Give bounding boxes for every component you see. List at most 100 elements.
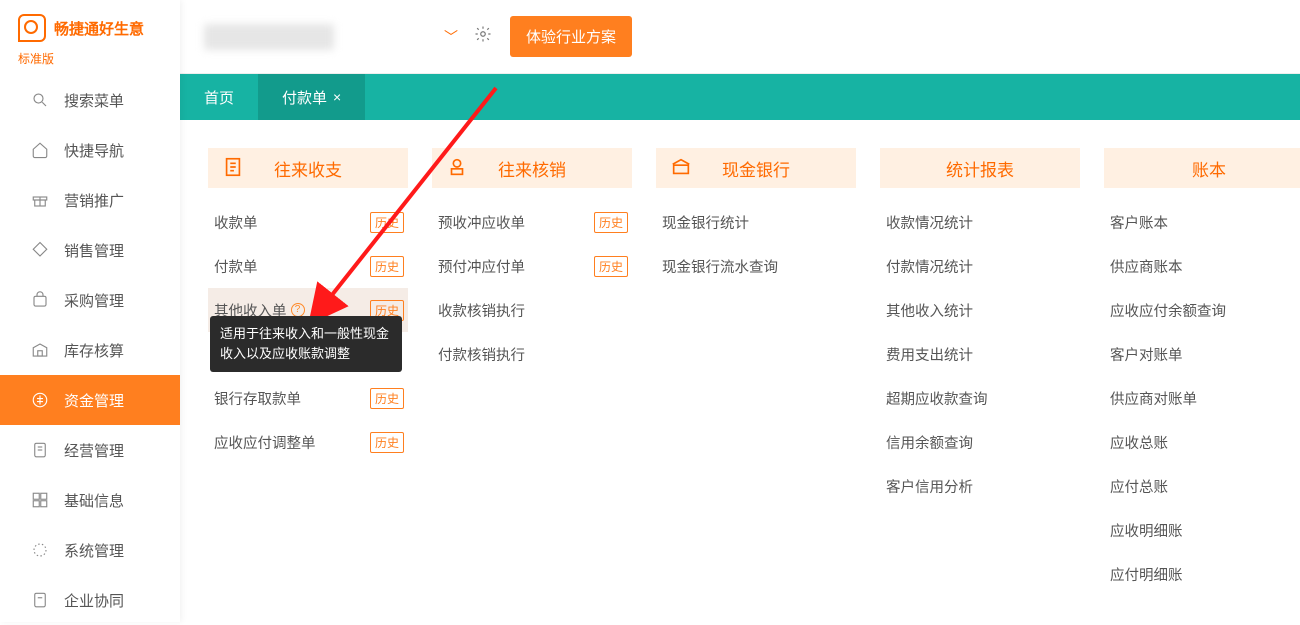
- entry-label: 预收冲应收单: [438, 212, 525, 233]
- nav-item-operation[interactable]: 经营管理: [0, 425, 180, 475]
- entry-other-income-stat[interactable]: 其他收入统计: [880, 288, 1080, 332]
- nav-item-search[interactable]: 搜索菜单: [0, 75, 180, 125]
- entry-receipt[interactable]: 收款单 历史: [208, 200, 408, 244]
- entry-prepay-ar[interactable]: 预收冲应收单 历史: [432, 200, 632, 244]
- nav-list: 搜索菜单 快捷导航 营销推广 销售管理 采购管理 库存核算 资金管理 经营管理: [0, 75, 180, 625]
- nav-item-marketing[interactable]: 营销推广: [0, 175, 180, 225]
- history-tag[interactable]: 历史: [370, 212, 404, 233]
- section-title: 往来核销: [498, 156, 566, 181]
- entry-receipt-exec[interactable]: 收款核销执行: [432, 288, 632, 332]
- entry-label: 应收明细账: [1110, 520, 1183, 541]
- nav-label: 经营管理: [64, 440, 124, 461]
- entry-label: 应付明细账: [1110, 564, 1183, 585]
- help-icon[interactable]: ?: [291, 303, 305, 317]
- money-icon: [30, 390, 50, 410]
- close-icon[interactable]: ×: [333, 89, 341, 105]
- tab-payment[interactable]: 付款单 ×: [258, 74, 365, 120]
- tab-label: 付款单: [282, 87, 327, 108]
- entry-payment-stat[interactable]: 付款情况统计: [880, 244, 1080, 288]
- entry-label: 付款核销执行: [438, 344, 525, 365]
- entry-ar-general[interactable]: 应收总账: [1104, 420, 1300, 464]
- entry-label: 现金银行流水查询: [662, 256, 778, 277]
- entry-vendor-ledger[interactable]: 供应商账本: [1104, 244, 1300, 288]
- entry-payment[interactable]: 付款单 历史: [208, 244, 408, 288]
- entry-label: 应付总账: [1110, 476, 1168, 497]
- entry-label: 客户对账单: [1110, 344, 1183, 365]
- bank-icon: [670, 156, 692, 183]
- entry-payment-exec[interactable]: 付款核销执行: [432, 332, 632, 376]
- history-tag[interactable]: 历史: [370, 432, 404, 453]
- home-icon: [30, 140, 50, 160]
- history-tag[interactable]: 历史: [594, 256, 628, 277]
- entry-ap-detail[interactable]: 应付明细账: [1104, 552, 1300, 596]
- nav-item-inventory[interactable]: 库存核算: [0, 325, 180, 375]
- entry-list: 预收冲应收单 历史 预付冲应付单 历史 收款核销执行 付款核销执行: [432, 200, 632, 376]
- section-header: 现金银行: [656, 148, 856, 188]
- entry-label: 银行存取款单: [214, 388, 301, 409]
- history-tag[interactable]: 历史: [370, 388, 404, 409]
- history-tag[interactable]: 历史: [370, 256, 404, 277]
- section-header: 账本: [1104, 148, 1300, 188]
- topbar: ﹀ 体验行业方案: [180, 0, 1300, 74]
- experience-button[interactable]: 体验行业方案: [510, 16, 632, 57]
- entry-receipt-stat[interactable]: 收款情况统计: [880, 200, 1080, 244]
- entry-ar-detail[interactable]: 应收明细账: [1104, 508, 1300, 552]
- entry-overdue-ar[interactable]: 超期应收款查询: [880, 376, 1080, 420]
- nav-label: 营销推广: [64, 190, 124, 211]
- nav-item-purchase[interactable]: 采购管理: [0, 275, 180, 325]
- nav-label: 系统管理: [64, 540, 124, 561]
- entry-customer-ledger[interactable]: 客户账本: [1104, 200, 1300, 244]
- entry-label: 收款核销执行: [438, 300, 525, 321]
- stamp-icon: [446, 156, 468, 183]
- nav-item-basicinfo[interactable]: 基础信息: [0, 475, 180, 525]
- nav-item-funds[interactable]: 资金管理: [0, 375, 180, 425]
- brand-edition: 标准版: [18, 50, 180, 67]
- entry-cashbank-stat[interactable]: 现金银行统计: [656, 200, 856, 244]
- grid-icon: [30, 490, 50, 510]
- nav-label: 企业协同: [64, 590, 124, 611]
- tab-home[interactable]: 首页: [180, 74, 258, 120]
- nav-item-system[interactable]: 系统管理: [0, 525, 180, 575]
- entry-expense-stat[interactable]: 费用支出统计: [880, 332, 1080, 376]
- section-header: 往来核销: [432, 148, 632, 188]
- tabstrip: 首页 付款单 ×: [180, 74, 1300, 120]
- entry-label: 付款单: [214, 256, 258, 277]
- nav-label: 采购管理: [64, 290, 124, 311]
- warehouse-icon: [30, 340, 50, 360]
- nav-label: 快捷导航: [64, 140, 124, 161]
- entry-arap-balance[interactable]: 应收应付余额查询: [1104, 288, 1300, 332]
- entry-ap-general[interactable]: 应付总账: [1104, 464, 1300, 508]
- settings-button[interactable]: [474, 25, 492, 48]
- entry-label: 供应商对账单: [1110, 388, 1197, 409]
- entry-ar-ap-adjust[interactable]: 应收应付调整单 历史: [208, 420, 408, 464]
- nav-label: 基础信息: [64, 490, 124, 511]
- bag-icon: [30, 290, 50, 310]
- entry-credit-balance[interactable]: 信用余额查询: [880, 420, 1080, 464]
- gift-icon: [30, 190, 50, 210]
- tab-label: 首页: [204, 87, 234, 108]
- sidebar: 畅捷通好生意 标准版 搜索菜单 快捷导航 营销推广 销售管理 采购管理 库存核算: [0, 0, 180, 622]
- entry-prepay-ap[interactable]: 预付冲应付单 历史: [432, 244, 632, 288]
- entry-customer-statement[interactable]: 客户对账单: [1104, 332, 1300, 376]
- entry-list: 现金银行统计 现金银行流水查询: [656, 200, 856, 288]
- entry-cashbank-flow[interactable]: 现金银行流水查询: [656, 244, 856, 288]
- org-dropdown-caret-icon[interactable]: ﹀: [444, 27, 458, 47]
- nav-item-collab[interactable]: 企业协同: [0, 575, 180, 625]
- brand-name: 畅捷通好生意: [54, 18, 144, 39]
- nav-item-quicknav[interactable]: 快捷导航: [0, 125, 180, 175]
- nav-label: 库存核算: [64, 340, 124, 361]
- history-tag[interactable]: 历史: [594, 212, 628, 233]
- entry-customer-credit[interactable]: 客户信用分析: [880, 464, 1080, 508]
- help-tooltip: 适用于往来收入和一般性现金收入以及应收账款调整: [210, 316, 402, 372]
- gear-icon: [30, 540, 50, 560]
- gear-icon: [474, 25, 492, 43]
- nav-item-sales[interactable]: 销售管理: [0, 225, 180, 275]
- section-reports: 统计报表 收款情况统计 付款情况统计 其他收入统计 费用支出统计 超期应收款查询…: [880, 148, 1080, 596]
- entry-bank-transfer[interactable]: 银行存取款单 历史: [208, 376, 408, 420]
- section-header: 统计报表: [880, 148, 1080, 188]
- section-writeoff: 往来核销 预收冲应收单 历史 预付冲应付单 历史 收款核销执行 付款核销执行: [432, 148, 632, 596]
- section-header: 往来收支: [208, 148, 408, 188]
- section-title: 账本: [1192, 156, 1226, 181]
- entry-vendor-statement[interactable]: 供应商对账单: [1104, 376, 1300, 420]
- org-name-redacted: [204, 24, 334, 50]
